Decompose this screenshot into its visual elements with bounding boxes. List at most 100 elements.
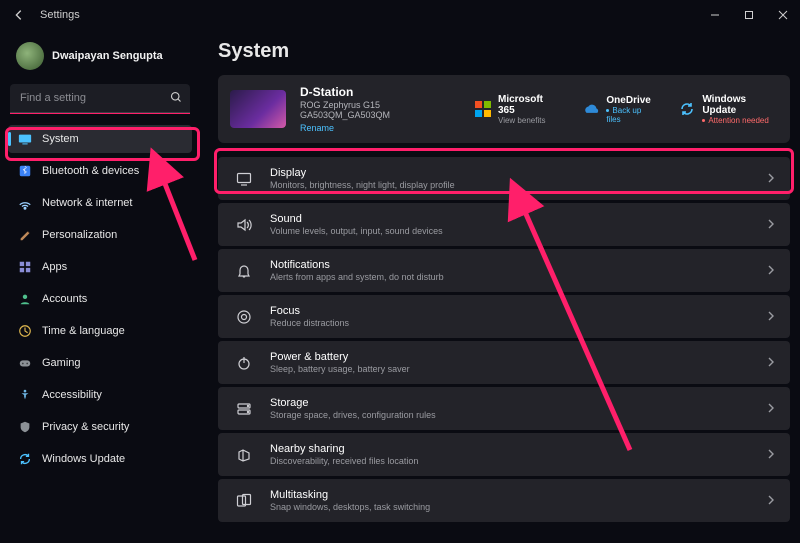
chevron-right-icon <box>766 446 776 464</box>
row-sub: Reduce distractions <box>270 318 766 328</box>
maximize-button[interactable] <box>732 0 766 30</box>
chevron-right-icon <box>766 216 776 234</box>
row-power[interactable]: Power & batterySleep, battery usage, bat… <box>218 341 790 384</box>
sidebar-item-privacy[interactable]: Privacy & security <box>8 413 192 441</box>
page-title: System <box>218 40 790 63</box>
microsoft-365-link[interactable]: Microsoft 365View benefits <box>474 94 558 125</box>
chevron-right-icon <box>766 400 776 418</box>
minimize-button[interactable] <box>698 0 732 30</box>
sidebar-item-label: Apps <box>42 261 67 273</box>
row-title: Display <box>270 167 766 179</box>
avatar <box>16 42 44 70</box>
main-content: System D-Station ROG Zephyrus G15 GA503Q… <box>200 30 800 543</box>
row-sub: Volume levels, output, input, sound devi… <box>270 226 766 236</box>
device-name: D-Station <box>300 85 460 99</box>
m365-sub: View benefits <box>498 116 558 125</box>
search-input[interactable] <box>10 84 190 113</box>
sidebar-item-gaming[interactable]: Gaming <box>8 349 192 377</box>
sidebar-item-label: Time & language <box>42 325 125 337</box>
accounts-icon <box>18 292 32 306</box>
sidebar-item-label: Gaming <box>42 357 81 369</box>
sidebar-item-label: Accessibility <box>42 389 102 401</box>
onedrive-title: OneDrive <box>606 95 654 106</box>
row-notifications[interactable]: NotificationsAlerts from apps and system… <box>218 249 790 292</box>
row-title: Multitasking <box>270 489 766 501</box>
sidebar-item-accounts[interactable]: Accounts <box>8 285 192 313</box>
m365-title: Microsoft 365 <box>498 94 558 116</box>
row-multitasking[interactable]: MultitaskingSnap windows, desktops, task… <box>218 479 790 522</box>
sidebar-item-windows-update[interactable]: Windows Update <box>8 445 192 473</box>
time-icon <box>18 324 32 338</box>
row-focus[interactable]: FocusReduce distractions <box>218 295 790 338</box>
window-title: Settings <box>40 9 80 21</box>
row-title: Storage <box>270 397 766 409</box>
row-title: Sound <box>270 213 766 225</box>
close-button[interactable] <box>766 0 800 30</box>
row-sub: Storage space, drives, configuration rul… <box>270 410 766 420</box>
sidebar-item-label: Windows Update <box>42 453 125 465</box>
update-card-icon <box>678 100 696 118</box>
row-title: Notifications <box>270 259 766 271</box>
sound-icon <box>232 217 256 233</box>
onedrive-sub: Back up files <box>606 106 654 124</box>
sidebar-item-network[interactable]: Network & internet <box>8 189 192 217</box>
row-title: Power & battery <box>270 351 766 363</box>
notifications-icon <box>232 263 256 279</box>
row-sub: Monitors, brightness, night light, displ… <box>270 180 766 190</box>
privacy-icon <box>18 420 32 434</box>
row-sub: Alerts from apps and system, do not dist… <box>270 272 766 282</box>
sidebar-item-personalization[interactable]: Personalization <box>8 221 192 249</box>
update-title: Windows Update <box>702 94 778 116</box>
row-nearby-sharing[interactable]: Nearby sharingDiscoverability, received … <box>218 433 790 476</box>
storage-icon <box>232 401 256 417</box>
sidebar-item-bluetooth[interactable]: Bluetooth & devices <box>8 157 192 185</box>
chevron-right-icon <box>766 354 776 372</box>
sidebar-item-system[interactable]: System <box>8 125 192 153</box>
sidebar-item-apps[interactable]: Apps <box>8 253 192 281</box>
nearby-sharing-icon <box>232 447 256 463</box>
row-sub: Discoverability, received files location <box>270 456 766 466</box>
row-title: Nearby sharing <box>270 443 766 455</box>
chevron-right-icon <box>766 262 776 280</box>
sidebar-item-label: Network & internet <box>42 197 132 209</box>
chevron-right-icon <box>766 170 776 188</box>
focus-icon <box>232 309 256 325</box>
power-icon <box>232 355 256 371</box>
profile-name: Dwaipayan Sengupta <box>52 50 163 62</box>
profile[interactable]: Dwaipayan Sengupta <box>8 34 192 80</box>
device-card: D-Station ROG Zephyrus G15 GA503QM_GA503… <box>218 75 790 143</box>
windows-update-link[interactable]: Windows UpdateAttention needed <box>678 94 778 125</box>
m365-icon <box>474 100 492 118</box>
titlebar: Settings <box>0 0 800 30</box>
bluetooth-icon <box>18 164 32 178</box>
network-icon <box>18 196 32 210</box>
back-button[interactable] <box>12 8 26 22</box>
row-sub: Sleep, battery usage, battery saver <box>270 364 766 374</box>
row-display[interactable]: DisplayMonitors, brightness, night light… <box>218 157 790 200</box>
personalization-icon <box>18 228 32 242</box>
onedrive-icon <box>582 100 600 118</box>
display-icon <box>232 171 256 187</box>
sidebar-item-time-language[interactable]: Time & language <box>8 317 192 345</box>
row-title: Focus <box>270 305 766 317</box>
row-sound[interactable]: SoundVolume levels, output, input, sound… <box>218 203 790 246</box>
sidebar-item-label: Privacy & security <box>42 421 129 433</box>
multitasking-icon <box>232 493 256 509</box>
sidebar-item-label: System <box>42 133 79 145</box>
row-sub: Snap windows, desktops, task switching <box>270 502 766 512</box>
row-storage[interactable]: StorageStorage space, drives, configurat… <box>218 387 790 430</box>
search-icon <box>170 90 182 108</box>
update-icon <box>18 452 32 466</box>
update-sub: Attention needed <box>702 116 778 125</box>
sidebar-item-label: Personalization <box>42 229 117 241</box>
device-thumbnail <box>230 90 286 128</box>
gaming-icon <box>18 356 32 370</box>
search-box[interactable] <box>10 84 190 113</box>
onedrive-link[interactable]: OneDriveBack up files <box>582 94 654 125</box>
rename-link[interactable]: Rename <box>300 123 460 133</box>
sidebar-item-accessibility[interactable]: Accessibility <box>8 381 192 409</box>
system-icon <box>18 132 32 146</box>
sidebar-item-label: Accounts <box>42 293 87 305</box>
sidebar-item-label: Bluetooth & devices <box>42 165 139 177</box>
chevron-right-icon <box>766 492 776 510</box>
